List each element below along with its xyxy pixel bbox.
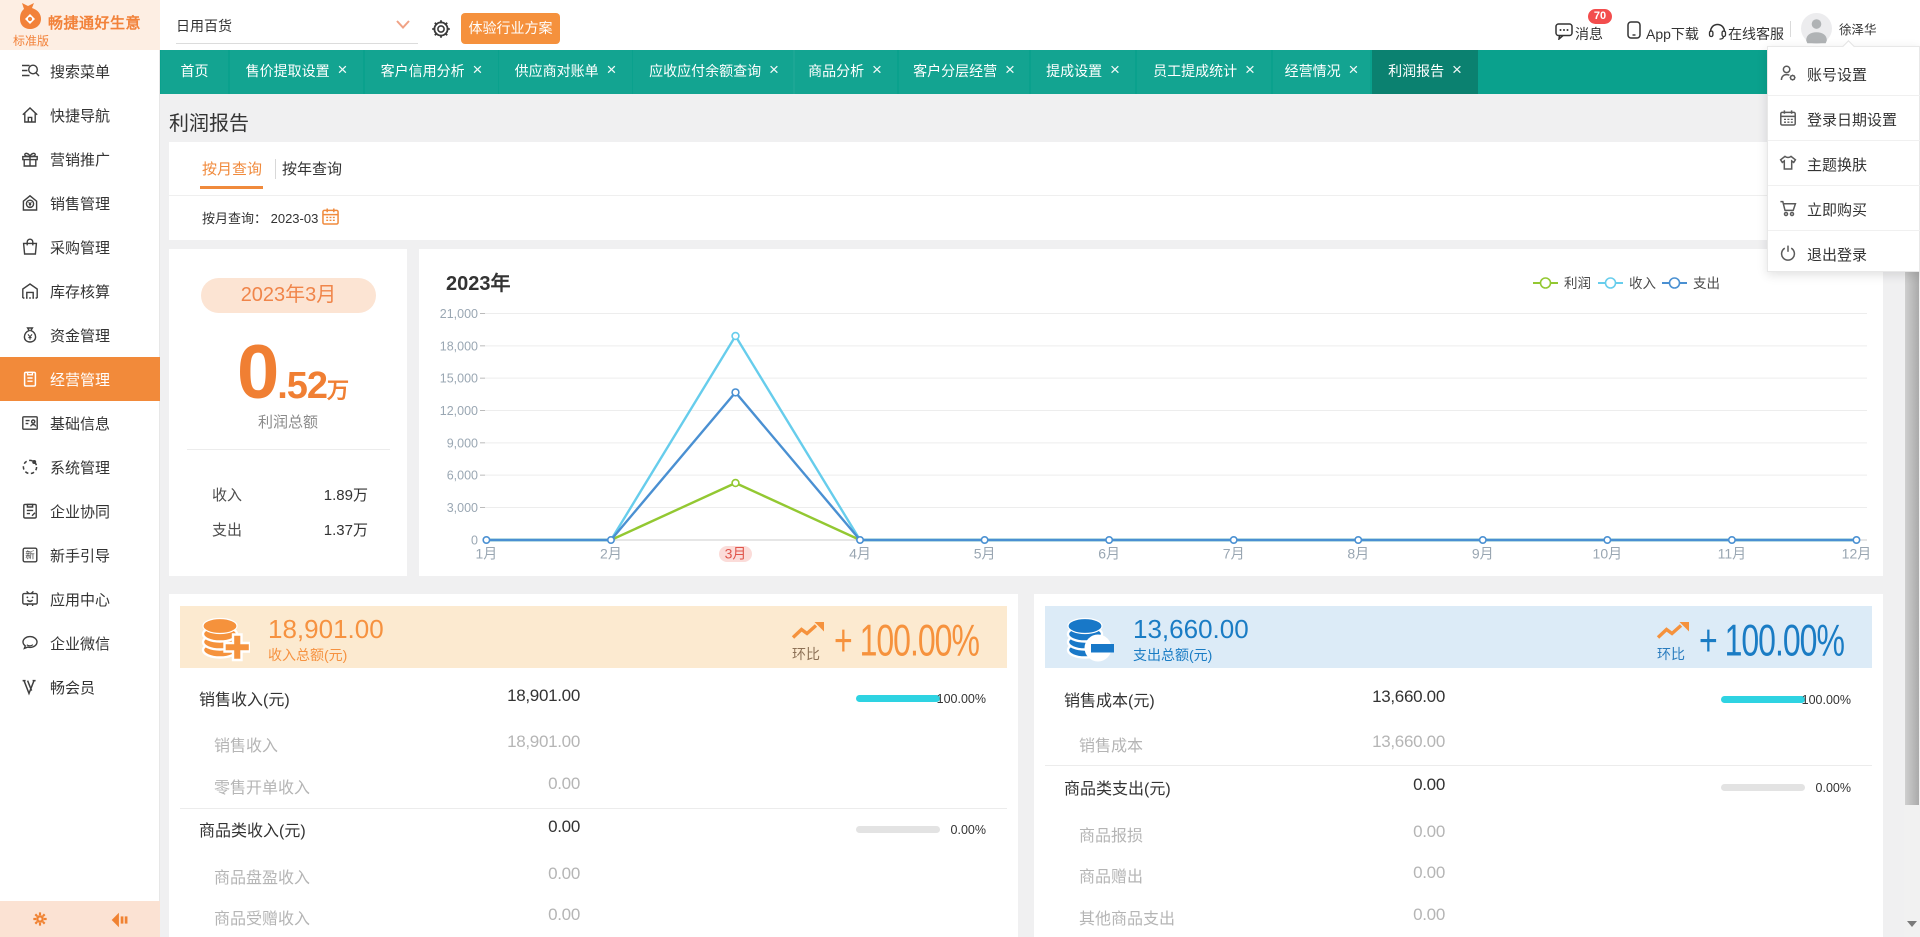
svg-text:8月: 8月 xyxy=(1347,546,1369,562)
svg-text:7月: 7月 xyxy=(1223,546,1245,562)
svg-text:18,000: 18,000 xyxy=(440,339,478,353)
svg-text:12月: 12月 xyxy=(1842,546,1872,562)
svg-text:12,000: 12,000 xyxy=(440,404,478,418)
svg-text:6月: 6月 xyxy=(1098,546,1120,562)
svg-text:利润: 利润 xyxy=(1564,276,1591,291)
svg-text:新: 新 xyxy=(25,550,35,562)
svg-text:收入: 收入 xyxy=(1629,276,1657,291)
svg-text:5月: 5月 xyxy=(974,546,996,562)
svg-text:3月: 3月 xyxy=(725,546,747,562)
svg-text:3,000: 3,000 xyxy=(447,501,478,515)
svg-text:4月: 4月 xyxy=(849,546,871,562)
svg-text:15,000: 15,000 xyxy=(440,372,478,386)
svg-text:10月: 10月 xyxy=(1593,546,1623,562)
svg-text:支出: 支出 xyxy=(1693,276,1720,291)
svg-text:11月: 11月 xyxy=(1718,546,1747,562)
svg-text:2023年: 2023年 xyxy=(446,271,511,295)
svg-text:9月: 9月 xyxy=(1472,546,1494,562)
svg-text:6,000: 6,000 xyxy=(447,469,478,483)
svg-text:1月: 1月 xyxy=(476,546,498,562)
svg-text:2月: 2月 xyxy=(600,546,622,562)
svg-text:9,000: 9,000 xyxy=(447,436,478,450)
svg-text:21,000: 21,000 xyxy=(440,307,478,321)
